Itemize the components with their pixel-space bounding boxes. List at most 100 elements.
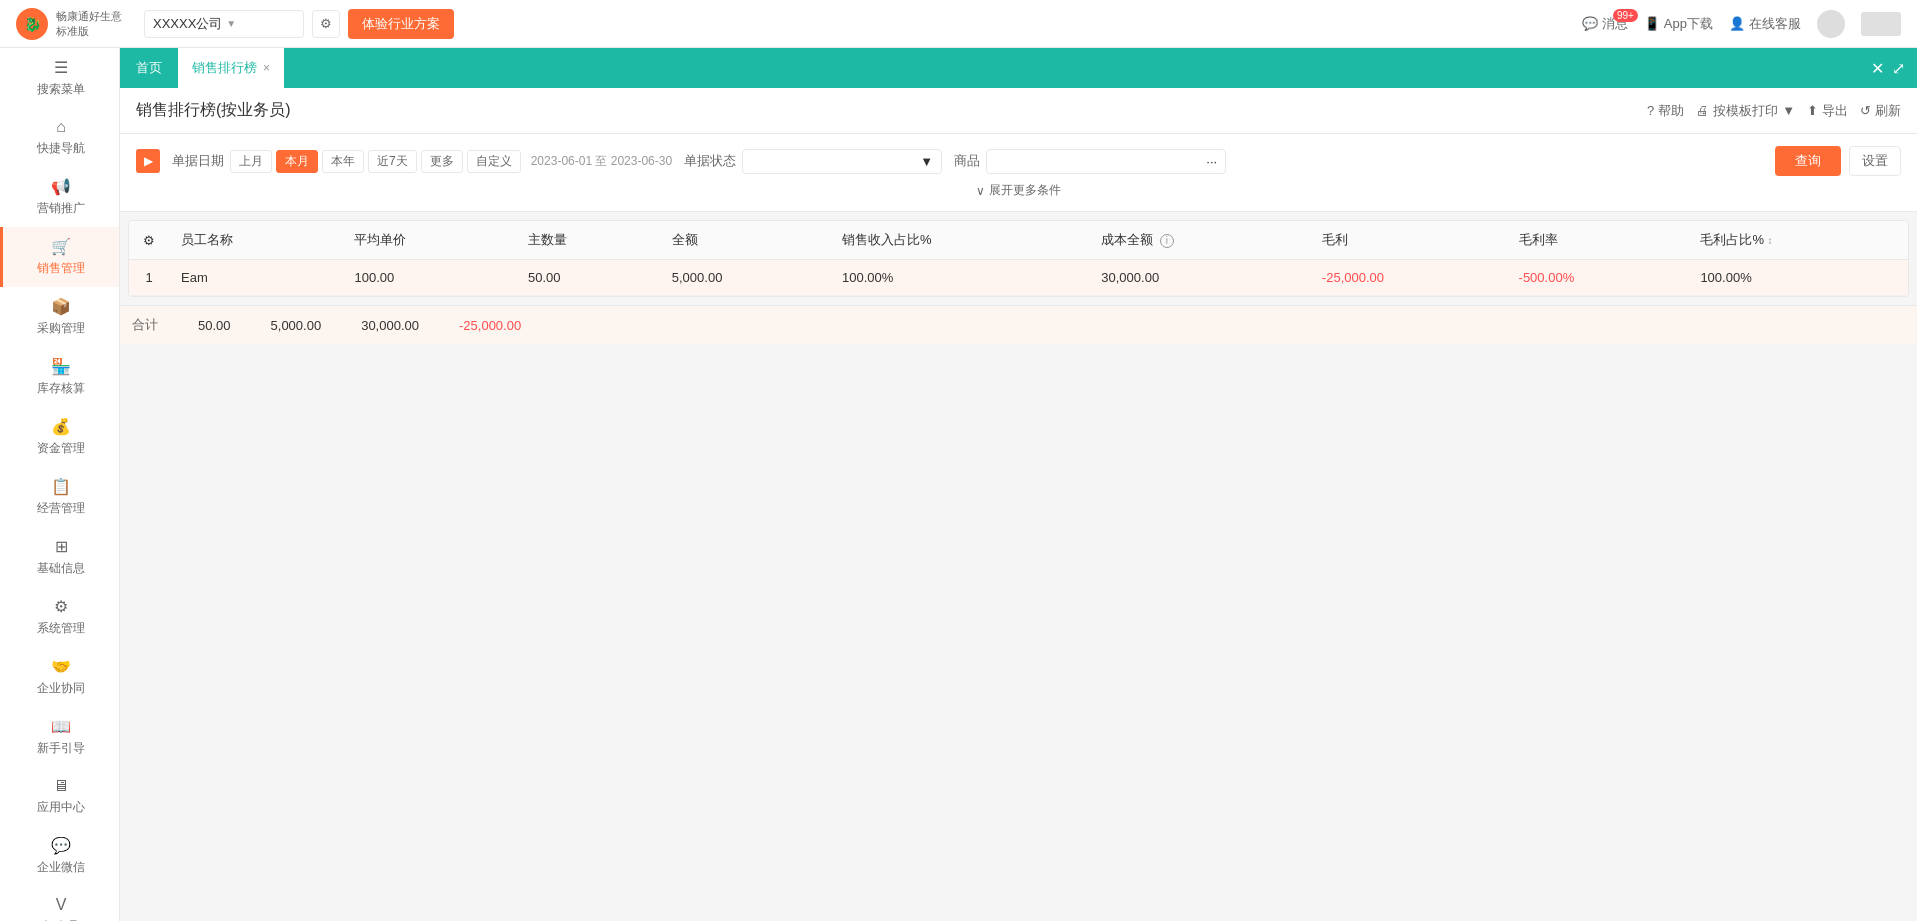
message-badge: 99+ [1613,9,1638,22]
sales-icon: 🛒 [51,237,71,256]
sidebar-item-enterprise-collab[interactable]: 🤝 企业协同 [0,647,119,707]
col-avg-price: 平均单价 [342,221,515,260]
prev-period-button[interactable]: 上月 [230,150,272,173]
company-selector[interactable]: XXXXX公司 ▼ [144,10,304,38]
expand-icon: ∨ [976,184,985,198]
more-date-button[interactable]: 更多 [421,150,463,173]
filter-toggle-button[interactable]: ▶ [136,149,160,173]
query-button[interactable]: 查询 [1775,146,1841,176]
user-name-area [1861,12,1901,36]
tab-close-window-icon[interactable]: ✕ [1871,59,1884,78]
status-filter-item: 单据状态 ▼ [684,149,942,174]
tab-close-icon[interactable]: × [263,61,270,75]
sidebar-item-purchase[interactable]: 📦 采购管理 [0,287,119,347]
goods-filter-item: 商品 ··· [954,149,1226,174]
cell-gross-profit: -25,000.00 [1310,260,1507,296]
date-range-text: 2023-06-01 至 2023-06-30 [531,153,672,170]
sidebar-item-basics[interactable]: ⊞ 基础信息 [0,527,119,587]
sidebar-item-system[interactable]: ⚙ 系统管理 [0,587,119,647]
filter-area: ▶ 单据日期 上月 本月 本年 近7天 更多 自定义 [120,134,1917,212]
purchase-icon: 📦 [51,297,71,316]
finance-icon: 💰 [51,417,71,436]
refresh-button[interactable]: ↺ 刷新 [1860,102,1901,120]
sidebar-item-member[interactable]: V 畅会员 [0,886,119,921]
avatar[interactable] [1817,10,1845,38]
total-gross-item: -25,000.00 [459,318,521,333]
this-year-button[interactable]: 本年 [322,150,364,173]
member-icon: V [56,896,67,914]
cell-amount: 5,000.00 [660,260,830,296]
cell-rank: 1 [129,260,169,296]
app-download-link[interactable]: 📱 App下载 [1644,15,1713,33]
cell-gross-margin: -500.00% [1507,260,1689,296]
bottom-total-bar: 合计 50.00 5,000.00 30,000.00 -25,000.00 [120,305,1917,344]
main-layout: ☰ 搜索菜单 ⌂ 快捷导航 📢 营销推广 🛒 销售管理 📦 采购管理 🏪 库存核… [0,48,1917,921]
last7days-button[interactable]: 近7天 [368,150,417,173]
sidebar-item-sales[interactable]: 🛒 销售管理 [0,227,119,287]
settings-icon[interactable]: ⚙ [312,10,340,38]
logo-icon: 🐉 [16,8,48,40]
cell-cost-amount: 30,000.00 [1089,260,1310,296]
page-actions: ? 帮助 🖨 按模板打印 ▼ ⬆ 导出 ↺ [1647,102,1901,120]
sidebar-item-enterprise-wechat[interactable]: 💬 企业微信 [0,826,119,886]
sidebar-item-shortcut[interactable]: ⌂ 快捷导航 [0,108,119,167]
logo-area: 🐉 畅康通好生意 标准版 [16,8,136,40]
cell-employee: Eam [169,260,342,296]
cell-sales-pct: 100.00% [830,260,1089,296]
logo-text: 畅康通好生意 标准版 [56,9,122,38]
sidebar-item-inventory[interactable]: 🏪 库存核算 [0,347,119,407]
table-body: 1 Eam 100.00 50.00 5,000.00 100.00% 30,0… [129,260,1908,296]
col-amount: 全额 [660,221,830,260]
total-cost-item: 30,000.00 [361,318,419,333]
message-button[interactable]: 💬 消息 99+ [1582,15,1628,33]
sidebar-item-guide[interactable]: 📖 新手引导 [0,707,119,767]
tab-sales-ranking[interactable]: 销售排行榜 × [178,48,284,88]
expand-conditions-button[interactable]: ∨ 展开更多条件 [976,182,1061,199]
basics-icon: ⊞ [55,537,68,556]
help-button[interactable]: ? 帮助 [1647,102,1684,120]
col-cost-amount: 成本全额 i [1089,221,1310,260]
service-icon: 👤 [1729,16,1745,31]
action-buttons: 查询 设置 [1775,146,1901,176]
app-center-icon: 🖥 [53,777,69,795]
col-sales-pct: 销售收入占比% [830,221,1089,260]
filter-row-1: ▶ 单据日期 上月 本月 本年 近7天 更多 自定义 [136,146,1901,176]
cost-info-icon[interactable]: i [1160,234,1174,248]
col-employee: 员工名称 [169,221,342,260]
sidebar-item-operations[interactable]: 📋 经营管理 [0,467,119,527]
collab-icon: 🤝 [51,657,71,676]
total-amount-item: 5,000.00 [271,318,322,333]
sidebar-item-finance[interactable]: 💰 资金管理 [0,407,119,467]
gross-pct-sort-icon: ↕ [1768,235,1773,246]
column-settings-icon[interactable]: ⚙ [143,233,155,248]
page-content: 销售排行榜(按业务员) ? 帮助 🖨 按模板打印 ▼ ⬆ [120,88,1917,921]
print-chevron-icon: ▼ [1782,103,1795,118]
custom-date-button[interactable]: 自定义 [467,150,521,173]
col-settings[interactable]: ⚙ [129,221,169,260]
status-select[interactable]: ▼ [742,149,942,174]
template-print-button[interactable]: 🖨 按模板打印 ▼ [1696,102,1795,120]
sidebar-item-search[interactable]: ☰ 搜索菜单 [0,48,119,108]
cell-main-qty: 50.00 [516,260,660,296]
print-icon: 🖨 [1696,103,1709,118]
sidebar-item-app-center[interactable]: 🖥 应用中心 [0,767,119,826]
goods-more-icon: ··· [1206,154,1217,169]
help-icon: ? [1647,103,1654,118]
current-period-button[interactable]: 本月 [276,150,318,173]
marketing-icon: 📢 [51,177,71,196]
setting-button[interactable]: 设置 [1849,146,1901,176]
tab-maximize-icon[interactable]: ⤢ [1892,59,1905,78]
header-right: 💬 消息 99+ 📱 App下载 👤 在线客服 [1582,10,1901,38]
trial-button[interactable]: 体验行业方案 [348,9,454,39]
operations-icon: 📋 [51,477,71,496]
export-button[interactable]: ⬆ 导出 [1807,102,1848,120]
chevron-down-icon: ▼ [226,18,236,29]
date-filter-item: 单据日期 上月 本月 本年 近7天 更多 自定义 2023-06-01 至 20… [172,150,672,173]
goods-select[interactable]: ··· [986,149,1226,174]
total-label-item: 合计 [132,316,158,334]
table-container: ⚙ 员工名称 平均单价 主数量 全额 销售收入占比% 成本全额 i [128,220,1909,297]
col-gross-profit: 毛利 [1310,221,1507,260]
sidebar-item-marketing[interactable]: 📢 营销推广 [0,167,119,227]
online-service-link[interactable]: 👤 在线客服 [1729,15,1801,33]
tab-home[interactable]: 首页 [120,48,178,88]
